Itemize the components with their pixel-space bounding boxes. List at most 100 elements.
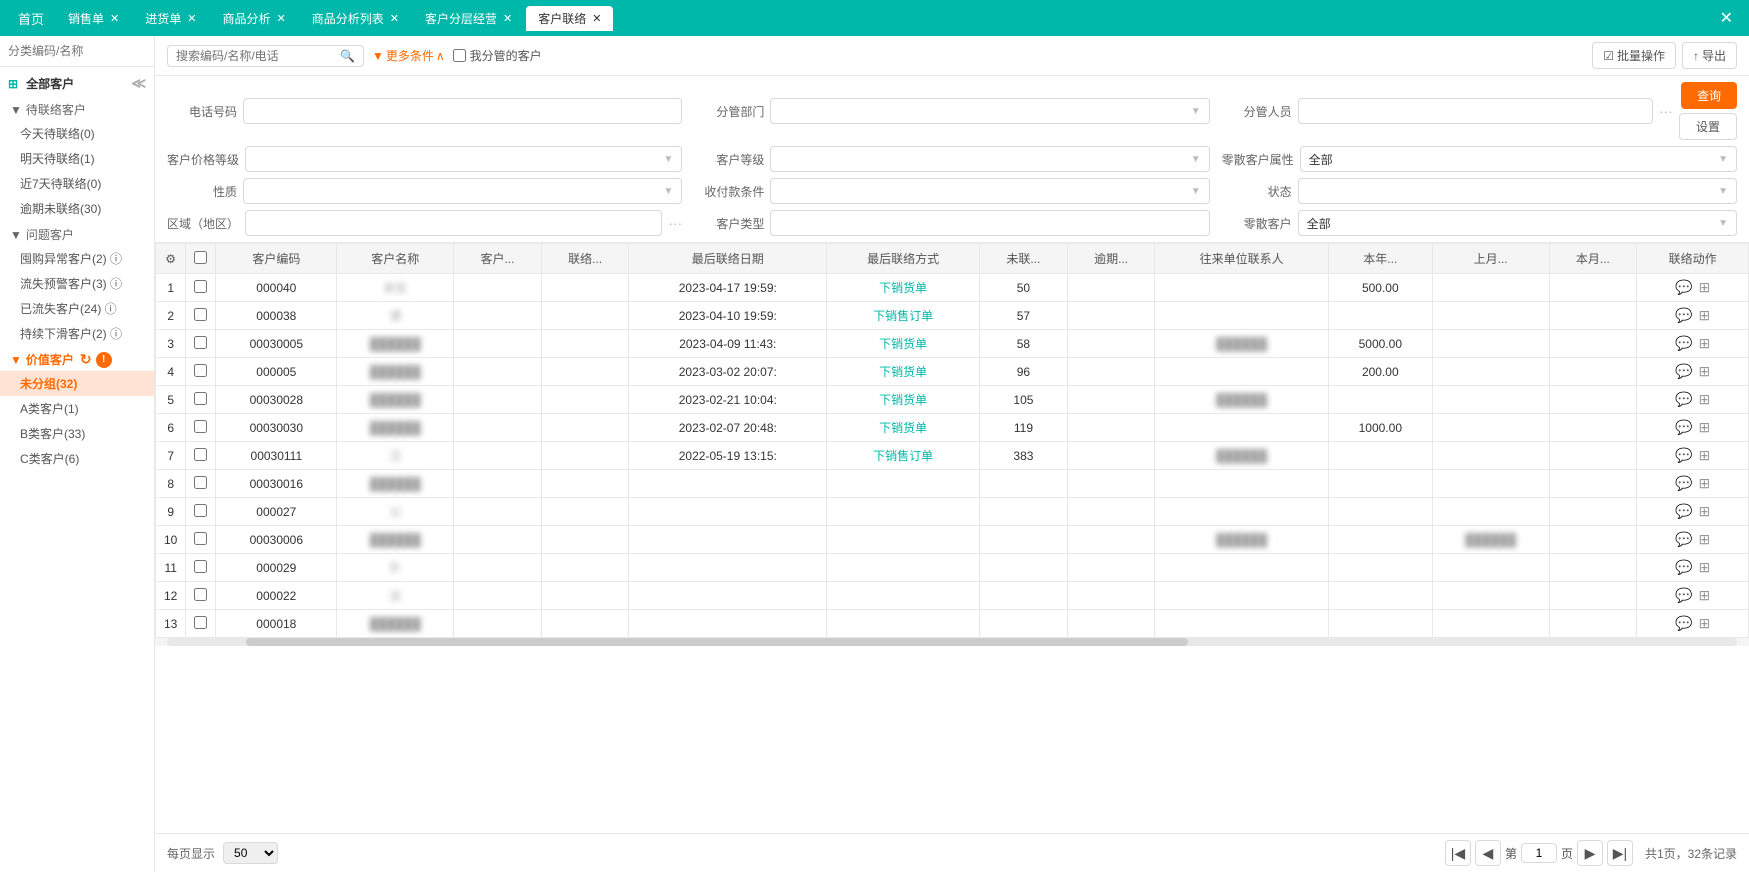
- grid-icon[interactable]: ⊞: [1698, 531, 1710, 548]
- row-checkbox[interactable]: [194, 420, 207, 433]
- sidebar-group-pending[interactable]: ▼ 待联络客户: [0, 96, 154, 121]
- select-all-checkbox[interactable]: [194, 251, 207, 264]
- row-checkbox-cell[interactable]: [186, 302, 216, 330]
- select-cust-level[interactable]: ▼: [770, 146, 1209, 172]
- sidebar-collapse-btn[interactable]: ≪: [131, 75, 146, 92]
- sidebar-group-value[interactable]: ▼ 价值客户 ↻ !: [0, 346, 154, 371]
- sidebar-item-today[interactable]: 今天待联络(0): [0, 121, 154, 146]
- row-last-way[interactable]: 下销货单: [827, 414, 980, 442]
- tab-customer-segment[interactable]: 客户分层经营 ✕: [413, 6, 524, 31]
- tab-analysis-list[interactable]: 商品分析列表 ✕: [300, 6, 411, 31]
- tab-customer-contact[interactable]: 客户联络 ✕: [526, 6, 613, 31]
- sidebar-item-overdue[interactable]: 逾期未联络(30): [0, 196, 154, 221]
- row-checkbox-cell[interactable]: [186, 554, 216, 582]
- my-customers-checkbox[interactable]: [453, 49, 466, 62]
- tab-sales[interactable]: 销售单 ✕: [56, 6, 131, 31]
- select-retail[interactable]: 全部 ▼: [1298, 210, 1737, 236]
- row-checkbox-cell[interactable]: [186, 330, 216, 358]
- row-checkbox[interactable]: [194, 308, 207, 321]
- row-checkbox-cell[interactable]: [186, 442, 216, 470]
- prev-page-btn[interactable]: ◀: [1475, 840, 1501, 866]
- select-price-level[interactable]: ▼: [245, 146, 682, 172]
- tab-purchase[interactable]: 进货单 ✕: [133, 6, 208, 31]
- page-input[interactable]: [1521, 843, 1557, 863]
- grid-icon[interactable]: ⊞: [1698, 475, 1710, 492]
- comment-icon[interactable]: 💬: [1675, 279, 1692, 296]
- row-last-way[interactable]: 下销货单: [827, 330, 980, 358]
- input-cust-type[interactable]: [770, 210, 1209, 236]
- dots-region[interactable]: ···: [668, 215, 682, 231]
- row-last-way[interactable]: [827, 610, 980, 638]
- sidebar-search-input[interactable]: [8, 44, 155, 58]
- row-last-way-link[interactable]: 下销货单: [879, 365, 927, 379]
- all-customers-header[interactable]: ⊞ 全部客户 ≪: [0, 67, 154, 96]
- per-page-select[interactable]: 50 100 200: [223, 842, 278, 864]
- row-checkbox-cell[interactable]: [186, 470, 216, 498]
- sidebar-group-problem[interactable]: ▼ 问题客户: [0, 221, 154, 246]
- comment-icon[interactable]: 💬: [1675, 419, 1692, 436]
- grid-icon[interactable]: ⊞: [1698, 559, 1710, 576]
- row-last-way-link[interactable]: 下销售订单: [873, 309, 933, 323]
- row-last-way[interactable]: 下销货单: [827, 386, 980, 414]
- comment-icon[interactable]: 💬: [1675, 475, 1692, 492]
- row-last-way[interactable]: [827, 554, 980, 582]
- row-checkbox-cell[interactable]: [186, 610, 216, 638]
- next-page-btn[interactable]: ▶: [1577, 840, 1603, 866]
- row-last-way[interactable]: [827, 498, 980, 526]
- select-payment[interactable]: ▼: [770, 178, 1209, 204]
- sidebar-item-class-b[interactable]: B类客户(33): [0, 421, 154, 446]
- row-last-way[interactable]: 下销售订单: [827, 442, 980, 470]
- comment-icon[interactable]: 💬: [1675, 615, 1692, 632]
- select-retail-attr[interactable]: 全部 ▼: [1300, 146, 1737, 172]
- input-phone[interactable]: [243, 98, 682, 124]
- sidebar-item-7days[interactable]: 近7天待联络(0): [0, 171, 154, 196]
- grid-icon[interactable]: ⊞: [1698, 615, 1710, 632]
- filter-search-icon[interactable]: 🔍: [340, 49, 355, 63]
- batch-ops-btn[interactable]: ☑ 批量操作: [1592, 42, 1676, 69]
- comment-icon[interactable]: 💬: [1675, 447, 1692, 464]
- row-last-way-link[interactable]: 下销货单: [879, 421, 927, 435]
- comment-icon[interactable]: 💬: [1675, 391, 1692, 408]
- tab-analysis-close[interactable]: ✕: [277, 12, 286, 25]
- comment-icon[interactable]: 💬: [1675, 307, 1692, 324]
- row-checkbox[interactable]: [194, 280, 207, 293]
- select-nature[interactable]: ▼: [243, 178, 682, 204]
- sidebar-item-ungroup[interactable]: 未分组(32): [0, 371, 154, 396]
- row-last-way-link[interactable]: 下销货单: [879, 337, 927, 351]
- scrollbar-thumb[interactable]: [246, 638, 1188, 646]
- row-checkbox-cell[interactable]: [186, 582, 216, 610]
- grid-icon[interactable]: ⊞: [1698, 307, 1710, 324]
- row-last-way[interactable]: 下销货单: [827, 358, 980, 386]
- comment-icon[interactable]: 💬: [1675, 503, 1692, 520]
- row-checkbox[interactable]: [194, 336, 207, 349]
- grid-icon[interactable]: ⊞: [1698, 335, 1710, 352]
- window-close-icon[interactable]: ✕: [1712, 8, 1741, 28]
- grid-icon[interactable]: ⊞: [1698, 279, 1710, 296]
- comment-icon[interactable]: 💬: [1675, 363, 1692, 380]
- grid-icon[interactable]: ⊞: [1698, 419, 1710, 436]
- export-btn[interactable]: ↑ 导出: [1682, 42, 1737, 69]
- select-status[interactable]: ▼: [1298, 178, 1737, 204]
- tab-customer-segment-close[interactable]: ✕: [503, 12, 512, 25]
- sidebar-item-class-a[interactable]: A类客户(1): [0, 396, 154, 421]
- select-region[interactable]: [245, 210, 662, 236]
- sidebar-item-class-c[interactable]: C类客户(6): [0, 446, 154, 471]
- grid-icon[interactable]: ⊞: [1698, 503, 1710, 520]
- sidebar-item-declining[interactable]: 持续下滑客户(2) ⓘ: [0, 321, 154, 346]
- select-dept[interactable]: ▼: [770, 98, 1209, 124]
- tab-purchase-close[interactable]: ✕: [187, 12, 196, 25]
- grid-icon[interactable]: ⊞: [1698, 447, 1710, 464]
- row-last-way-link[interactable]: 下销货单: [879, 393, 927, 407]
- row-checkbox-cell[interactable]: [186, 358, 216, 386]
- more-conditions-btn[interactable]: ▼ 更多条件 ∧: [372, 47, 445, 64]
- row-checkbox[interactable]: [194, 532, 207, 545]
- sidebar-item-tomorrow[interactable]: 明天待联络(1): [0, 146, 154, 171]
- row-checkbox[interactable]: [194, 588, 207, 601]
- row-last-way-link[interactable]: 下销售订单: [873, 449, 933, 463]
- row-last-way-link[interactable]: 下销货单: [879, 281, 927, 295]
- col-settings[interactable]: ⚙: [156, 244, 186, 274]
- nav-home[interactable]: 首页: [8, 5, 54, 32]
- sidebar-item-churn-warning[interactable]: 流失预警客户(3) ⓘ: [0, 271, 154, 296]
- tab-analysis-list-close[interactable]: ✕: [390, 12, 399, 25]
- row-checkbox-cell[interactable]: [186, 498, 216, 526]
